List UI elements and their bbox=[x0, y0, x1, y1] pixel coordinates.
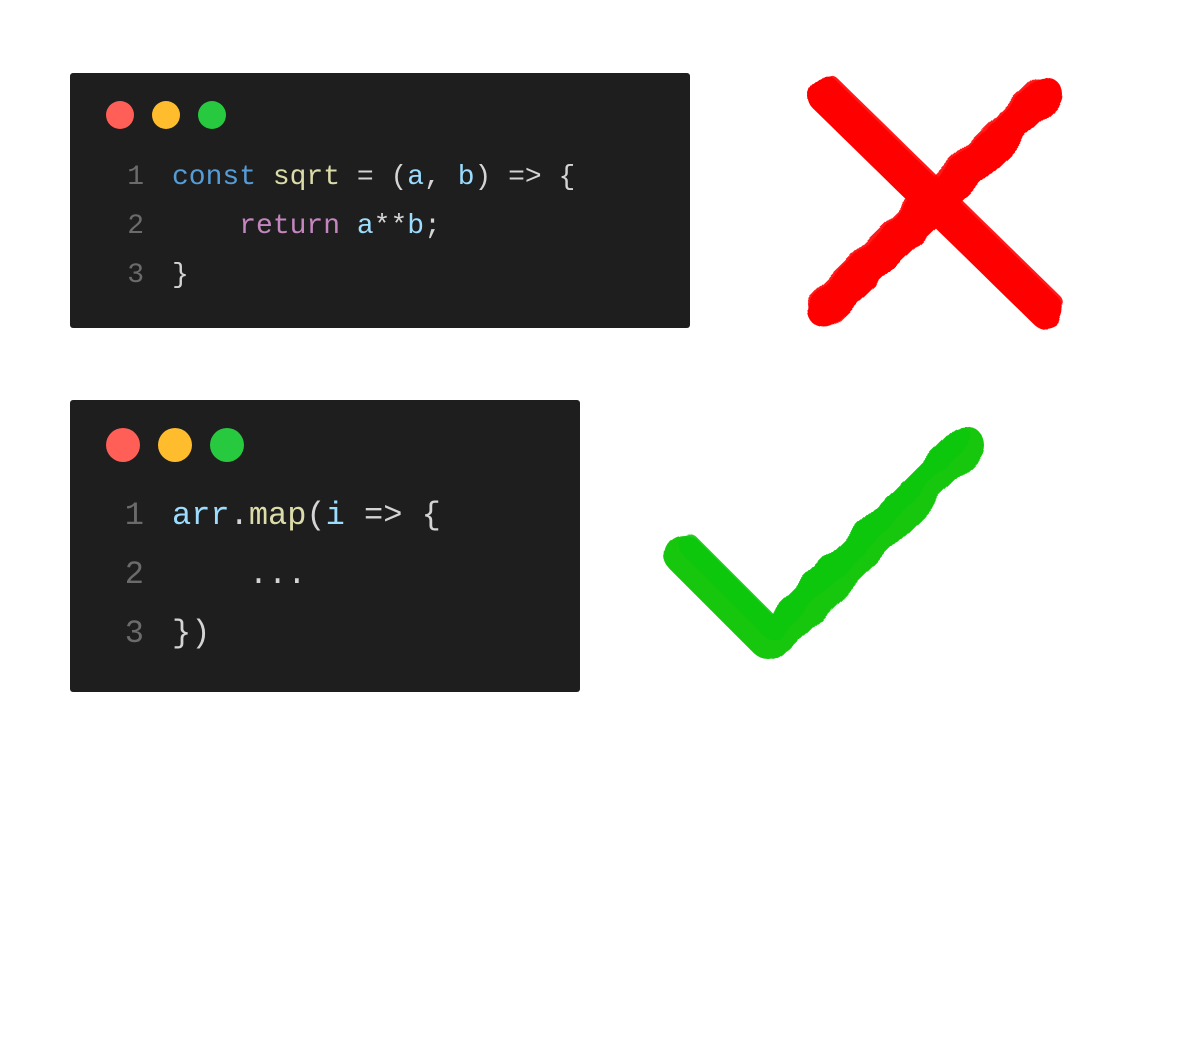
token-keyword: return bbox=[239, 202, 357, 251]
code-line: 2 ... bbox=[98, 545, 540, 604]
token-ident: b bbox=[407, 202, 424, 251]
line-number: 2 bbox=[98, 202, 144, 251]
dot-max-icon bbox=[198, 101, 226, 129]
code-line: 1 const sqrt = ( a , b ) => { bbox=[98, 153, 650, 202]
token-op: ** bbox=[374, 202, 408, 251]
line-number: 3 bbox=[98, 251, 144, 300]
mark-wrong bbox=[770, 60, 1100, 340]
dot-min-icon bbox=[158, 428, 192, 462]
check-icon bbox=[660, 406, 990, 686]
token-punct: , bbox=[424, 153, 458, 202]
dot-close-icon bbox=[106, 428, 140, 462]
window-dots bbox=[106, 428, 540, 462]
line-number: 1 bbox=[98, 153, 144, 202]
dot-min-icon bbox=[152, 101, 180, 129]
token-keyword: const bbox=[172, 153, 273, 202]
token-param: b bbox=[458, 153, 475, 202]
code-editor-wrong: 1 const sqrt = ( a , b ) => { 2 return a… bbox=[70, 73, 690, 328]
example-row-wrong: 1 const sqrt = ( a , b ) => { 2 return a… bbox=[0, 60, 1200, 340]
code-line: 3 } bbox=[98, 251, 650, 300]
token-param: a bbox=[407, 153, 424, 202]
token-punct: ) => { bbox=[475, 153, 576, 202]
token-indent bbox=[172, 202, 239, 251]
token-punct: ( bbox=[306, 486, 325, 545]
code-line: 3 }) bbox=[98, 604, 540, 663]
mark-correct bbox=[660, 406, 990, 686]
token-punct: }) bbox=[172, 604, 210, 663]
window-dots bbox=[106, 101, 650, 129]
line-number: 1 bbox=[98, 486, 144, 545]
token-punct: . bbox=[230, 486, 249, 545]
line-number: 2 bbox=[98, 545, 144, 604]
token-function: sqrt bbox=[273, 153, 340, 202]
token-indent bbox=[172, 545, 249, 604]
cross-icon bbox=[785, 60, 1085, 340]
dot-max-icon bbox=[210, 428, 244, 462]
token-punct: ; bbox=[424, 202, 441, 251]
code-editor-correct: 1 arr . map ( i => { 2 ... 3 }) bbox=[70, 400, 580, 692]
example-row-correct: 1 arr . map ( i => { 2 ... 3 }) bbox=[0, 400, 1200, 692]
token-ident: arr bbox=[172, 486, 230, 545]
dot-close-icon bbox=[106, 101, 134, 129]
token-ident: a bbox=[357, 202, 374, 251]
code-line: 2 return a ** b ; bbox=[98, 202, 650, 251]
line-number: 3 bbox=[98, 604, 144, 663]
token-function: map bbox=[249, 486, 307, 545]
code-line: 1 arr . map ( i => { bbox=[98, 486, 540, 545]
token-ellipsis: ... bbox=[249, 545, 307, 604]
token-punct: = ( bbox=[340, 153, 407, 202]
token-punct: } bbox=[172, 251, 189, 300]
token-punct: => { bbox=[345, 486, 441, 545]
token-param: i bbox=[326, 486, 345, 545]
